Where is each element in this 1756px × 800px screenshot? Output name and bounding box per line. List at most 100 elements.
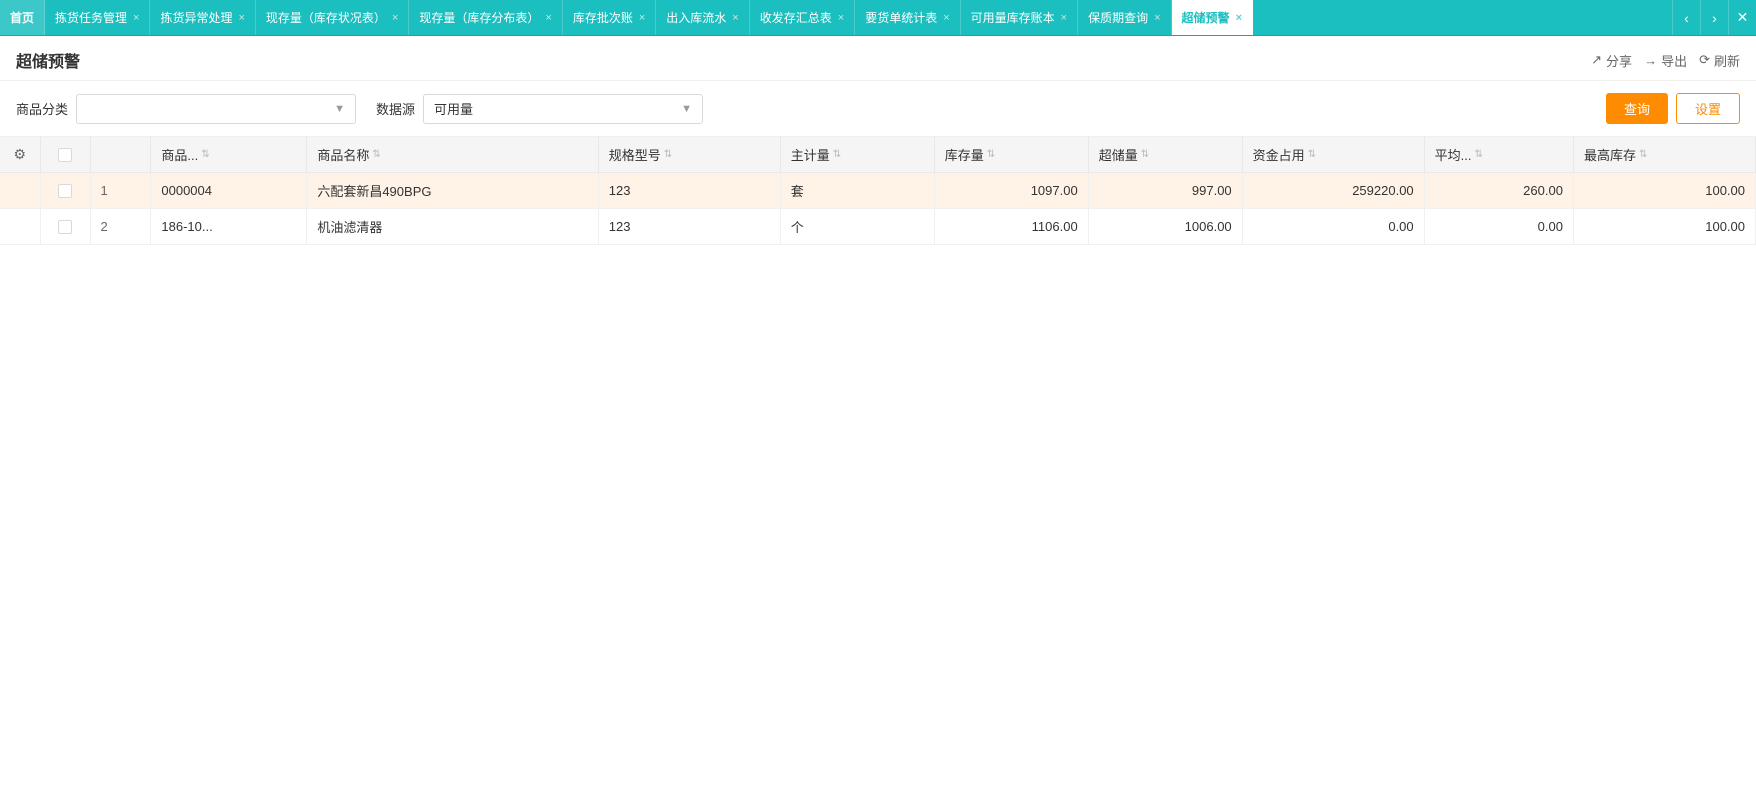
tab-picker-tasks[interactable]: 拣货任务管理 ×: [45, 0, 150, 36]
nav-next-button[interactable]: ›: [1700, 0, 1728, 36]
sort-icon: ⇅: [372, 149, 380, 160]
nav-close-button[interactable]: ✕: [1728, 0, 1756, 36]
share-icon: ↗: [1591, 52, 1602, 68]
chevron-down-icon: ▼: [681, 103, 692, 115]
close-icon[interactable]: ×: [1154, 12, 1160, 24]
row-avg: 260.00: [1424, 173, 1573, 209]
nav-prev-button[interactable]: ‹: [1672, 0, 1700, 36]
export-button[interactable]: → 导出: [1644, 51, 1687, 70]
row-product-code: 0000004: [151, 173, 307, 209]
row-settings-cell: [0, 173, 40, 209]
top-nav: 首页 拣货任务管理 × 拣货异常处理 × 现存量（库存状况表） × 现存量（库存…: [0, 0, 1756, 36]
th-settings[interactable]: ⚙: [0, 137, 40, 173]
nav-home[interactable]: 首页: [0, 0, 45, 36]
tab-abnormal-processing[interactable]: 拣货异常处理 ×: [150, 0, 255, 36]
th-stock[interactable]: 库存量 ⇅: [934, 137, 1088, 173]
th-unit[interactable]: 主计量 ⇅: [780, 137, 934, 173]
header-checkbox[interactable]: [58, 148, 72, 162]
row-capital: 0.00: [1242, 209, 1424, 245]
tab-shelf-life[interactable]: 保质期查询 ×: [1078, 0, 1171, 36]
th-capital[interactable]: 资金占用 ⇅: [1242, 137, 1424, 173]
th-checkbox[interactable]: [40, 137, 90, 173]
close-icon[interactable]: ×: [238, 12, 244, 24]
sort-icon: ⇅: [1141, 149, 1149, 160]
row-spec: 123: [598, 173, 780, 209]
settings-button[interactable]: 设置: [1676, 93, 1740, 124]
row-stock: 1097.00: [934, 173, 1088, 209]
sort-icon: ⇅: [833, 149, 841, 160]
row-number: 2: [90, 209, 151, 245]
table-body: 1 0000004 六配套新昌490BPG 123 套 1097.00 997.…: [0, 173, 1756, 245]
category-select[interactable]: ▼: [76, 94, 356, 124]
filter-buttons: 查询 设置: [1606, 93, 1740, 124]
tab-batch-account[interactable]: 库存批次账 ×: [563, 0, 656, 36]
th-spec[interactable]: 规格型号 ⇅: [598, 137, 780, 173]
refresh-button[interactable]: ⟳ 刷新: [1699, 51, 1740, 70]
row-product-name: 六配套新昌490BPG: [307, 173, 598, 209]
tab-overstock-warning[interactable]: 超储预警 ×: [1172, 0, 1253, 36]
filter-area: 商品分类 ▼ 数据源 可用量 ▼ 查询 设置: [0, 81, 1756, 137]
table-row: 1 0000004 六配套新昌490BPG 123 套 1097.00 997.…: [0, 173, 1756, 209]
row-maxstock: 100.00: [1573, 209, 1755, 245]
th-product-code[interactable]: 商品... ⇅: [151, 137, 307, 173]
sort-icon: ⇅: [1308, 149, 1316, 160]
row-spec: 123: [598, 209, 780, 245]
close-icon[interactable]: ×: [732, 12, 738, 24]
sort-icon: ⇅: [987, 149, 995, 160]
category-label: 商品分类: [16, 99, 68, 118]
data-table: ⚙ 商品... ⇅: [0, 137, 1756, 245]
sort-icon: ⇅: [1639, 149, 1647, 160]
table-container: ⚙ 商品... ⇅: [0, 137, 1756, 245]
close-icon[interactable]: ×: [545, 12, 551, 24]
table-row: 2 186-10... 机油滤清器 123 个 1106.00 1006.00 …: [0, 209, 1756, 245]
tab-stock-status[interactable]: 现存量（库存状况表） ×: [256, 0, 409, 36]
close-icon[interactable]: ×: [838, 12, 844, 24]
row-product-name: 机油滤清器: [307, 209, 598, 245]
th-product-name[interactable]: 商品名称 ⇅: [307, 137, 598, 173]
th-num: [90, 137, 151, 173]
query-button[interactable]: 查询: [1606, 93, 1668, 124]
tab-stock-distribution[interactable]: 现存量（库存分布表） ×: [409, 0, 562, 36]
tab-collect-summary[interactable]: 收发存汇总表 ×: [750, 0, 855, 36]
th-maxstock[interactable]: 最高库存 ⇅: [1573, 137, 1755, 173]
row-number: 1: [90, 173, 151, 209]
close-icon[interactable]: ×: [1061, 12, 1067, 24]
datasource-value: 可用量: [434, 99, 473, 118]
chevron-down-icon: ▼: [334, 103, 345, 115]
close-icon[interactable]: ×: [392, 12, 398, 24]
close-icon[interactable]: ×: [639, 12, 645, 24]
row-settings-cell: [0, 209, 40, 245]
row-checkbox-cell[interactable]: [40, 173, 90, 209]
page-title: 超储预警: [16, 48, 80, 72]
datasource-label: 数据源: [376, 99, 415, 118]
row-avg: 0.00: [1424, 209, 1573, 245]
row-product-code: 186-10...: [151, 209, 307, 245]
datasource-filter-group: 数据源 可用量 ▼: [376, 94, 703, 124]
th-avg[interactable]: 平均... ⇅: [1424, 137, 1573, 173]
row-checkbox[interactable]: [58, 184, 72, 198]
row-unit: 套: [780, 173, 934, 209]
sort-icon: ⇅: [664, 149, 672, 160]
nav-arrows: ‹ › ✕: [1672, 0, 1756, 36]
row-checkbox[interactable]: [58, 220, 72, 234]
settings-icon[interactable]: ⚙: [13, 146, 26, 162]
row-overstock: 997.00: [1088, 173, 1242, 209]
sort-icon: ⇅: [201, 149, 209, 160]
datasource-select[interactable]: 可用量 ▼: [423, 94, 703, 124]
close-icon[interactable]: ×: [1236, 12, 1242, 24]
refresh-icon: ⟳: [1699, 52, 1710, 68]
row-maxstock: 100.00: [1573, 173, 1755, 209]
row-checkbox-cell[interactable]: [40, 209, 90, 245]
category-filter-group: 商品分类 ▼: [16, 94, 356, 124]
tab-inout-flow[interactable]: 出入库流水 ×: [656, 0, 749, 36]
share-button[interactable]: ↗ 分享: [1591, 51, 1632, 70]
tab-available-account[interactable]: 可用量库存账本 ×: [961, 0, 1078, 36]
tab-requisition-stats[interactable]: 要货单统计表 ×: [855, 0, 960, 36]
table-header-row: ⚙ 商品... ⇅: [0, 137, 1756, 173]
close-icon[interactable]: ×: [133, 12, 139, 24]
page-header: 超储预警 ↗ 分享 → 导出 ⟳ 刷新: [0, 36, 1756, 81]
close-icon[interactable]: ×: [943, 12, 949, 24]
header-actions: ↗ 分享 → 导出 ⟳ 刷新: [1591, 51, 1740, 70]
export-icon: →: [1644, 53, 1657, 68]
th-overstock[interactable]: 超储量 ⇅: [1088, 137, 1242, 173]
